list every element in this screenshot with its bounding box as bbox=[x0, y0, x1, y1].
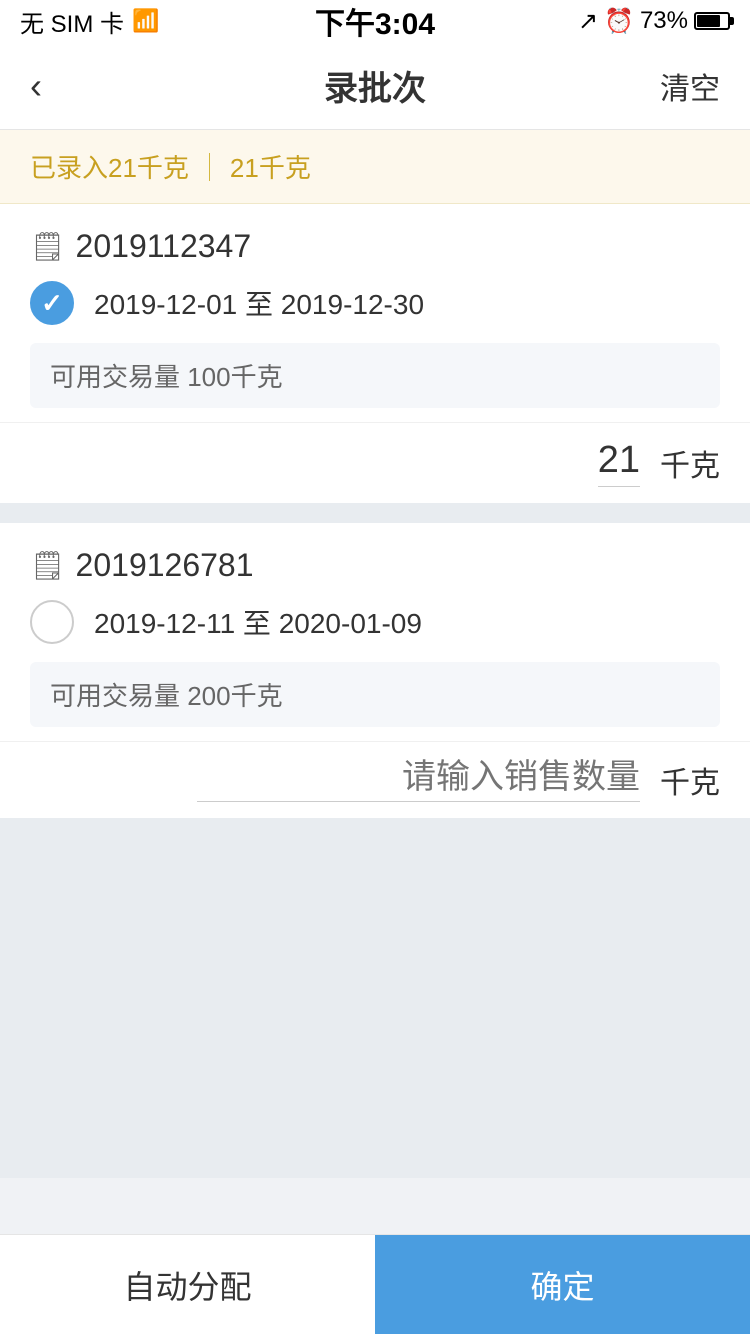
batch-card-1: 🗒 2019112347 2019-12-01 至 2019-12-30 可用交… bbox=[0, 204, 750, 503]
status-right: ↗ ⏰ 73% bbox=[578, 7, 730, 36]
location-icon: ↗ bbox=[578, 7, 598, 36]
quantity-underline-1: 21 bbox=[598, 439, 640, 487]
summary-divider bbox=[209, 153, 210, 181]
doc-icon-1: 🗒 bbox=[30, 230, 66, 263]
alarm-icon: ⏰ bbox=[604, 7, 634, 36]
battery-text: 73% bbox=[640, 7, 688, 35]
clear-button[interactable]: 清空 bbox=[660, 64, 720, 108]
batch-date-2: 2019-12-11 至 2020-01-09 bbox=[94, 602, 422, 642]
auto-distribute-button[interactable]: 自动分配 bbox=[0, 1235, 375, 1334]
batch-date-row-1: 2019-12-01 至 2019-12-30 bbox=[0, 275, 750, 335]
status-time: 下午3:04 bbox=[315, 0, 435, 43]
batch-available-1: 可用交易量 100千克 bbox=[30, 343, 720, 408]
bottom-bar: 自动分配 确定 bbox=[0, 1234, 750, 1334]
batch-date-row-2: 2019-12-11 至 2020-01-09 bbox=[0, 594, 750, 654]
summary-value: 21千克 bbox=[230, 148, 311, 185]
quantity-unit-1: 千克 bbox=[660, 441, 720, 485]
wifi-icon: 📶 bbox=[132, 8, 159, 34]
nav-bar: ‹ 录批次 清空 bbox=[0, 42, 750, 130]
battery-icon bbox=[694, 12, 730, 30]
section-divider bbox=[0, 503, 750, 523]
batch-header-1: 🗒 2019112347 bbox=[0, 204, 750, 275]
empty-area bbox=[0, 818, 750, 1178]
batch-id-1: 2019112347 bbox=[76, 228, 252, 265]
quantity-underline-2[interactable] bbox=[197, 758, 640, 802]
quantity-input-2[interactable] bbox=[197, 758, 640, 797]
content-area: 🗒 2019112347 2019-12-01 至 2019-12-30 可用交… bbox=[0, 204, 750, 1278]
summary-label: 已录入21千克 bbox=[30, 148, 189, 185]
batch-available-2: 可用交易量 200千克 bbox=[30, 662, 720, 727]
summary-bar: 已录入21千克 21千克 bbox=[0, 130, 750, 204]
status-bar: 无 SIM 卡 📶 下午3:04 ↗ ⏰ 73% bbox=[0, 0, 750, 42]
carrier-text: 无 SIM 卡 bbox=[20, 4, 124, 39]
batch-date-1: 2019-12-01 至 2019-12-30 bbox=[94, 283, 424, 323]
status-left: 无 SIM 卡 📶 bbox=[20, 4, 159, 39]
confirm-button[interactable]: 确定 bbox=[375, 1235, 750, 1334]
batch-checkbox-1[interactable] bbox=[30, 281, 74, 325]
quantity-row-1: 21 千克 bbox=[0, 422, 750, 503]
batch-header-2: 🗒 2019126781 bbox=[0, 523, 750, 594]
back-button[interactable]: ‹ bbox=[30, 65, 42, 107]
batch-id-2: 2019126781 bbox=[76, 547, 254, 584]
quantity-unit-2: 千克 bbox=[660, 758, 720, 802]
doc-icon-2: 🗒 bbox=[30, 549, 66, 582]
quantity-value-1: 21 bbox=[598, 439, 640, 482]
batch-card-2: 🗒 2019126781 2019-12-11 至 2020-01-09 可用交… bbox=[0, 523, 750, 818]
batch-checkbox-2[interactable] bbox=[30, 600, 74, 644]
page-title: 录批次 bbox=[324, 61, 426, 110]
quantity-row-2: 千克 bbox=[0, 741, 750, 818]
